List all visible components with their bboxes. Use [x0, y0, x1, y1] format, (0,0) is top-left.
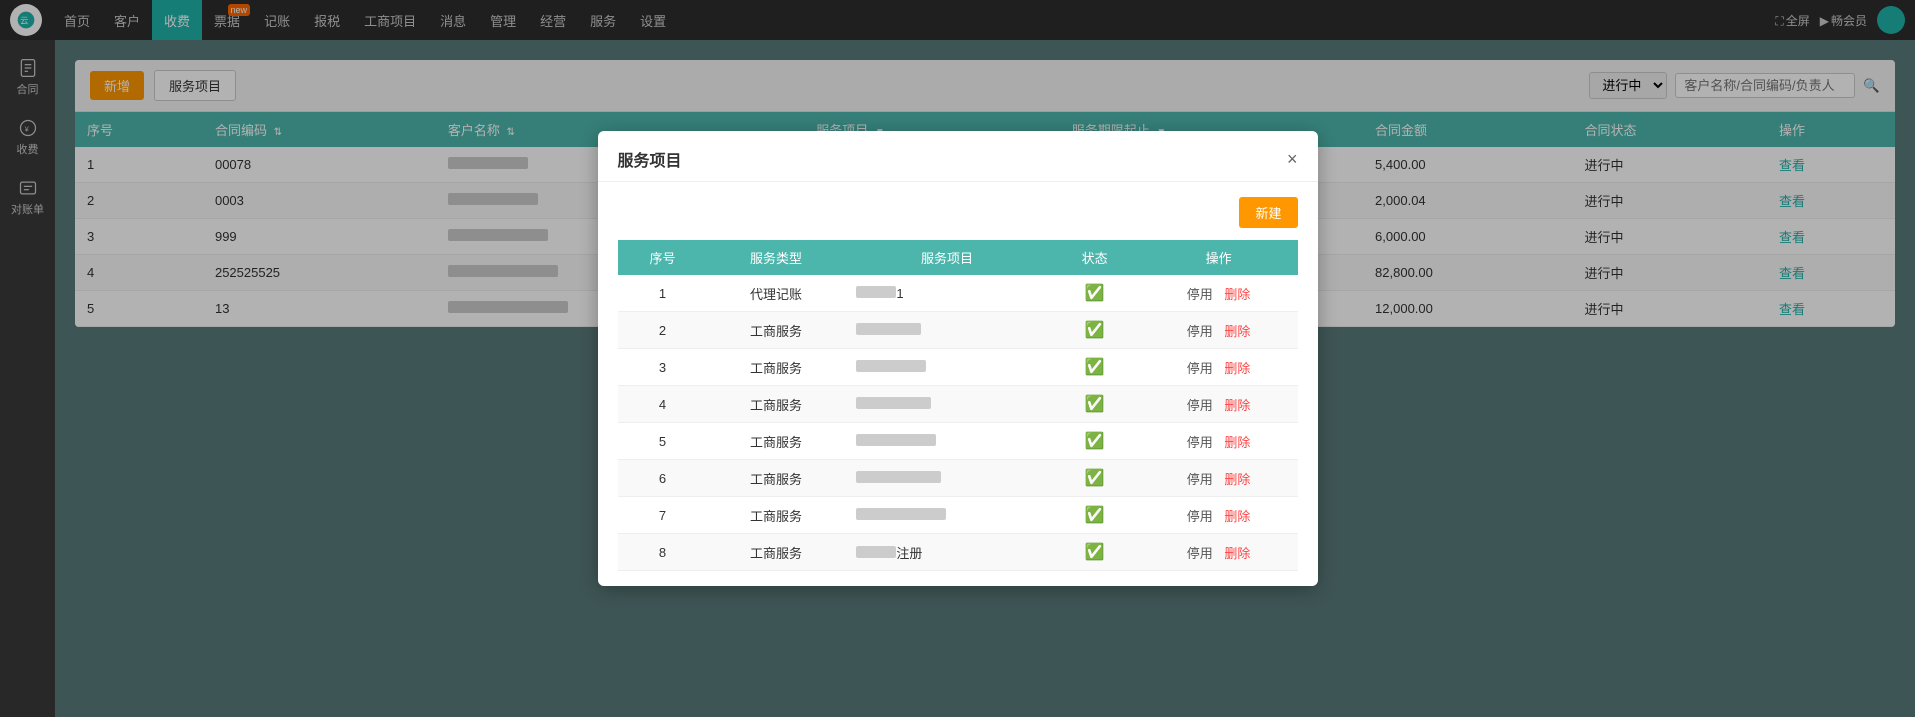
modal-table-row: 6 工商服务 ✅ 停用 删除 [618, 460, 1298, 497]
stop-button[interactable]: 停用 [1187, 398, 1213, 413]
delete-button[interactable]: 删除 [1224, 398, 1250, 413]
modal-cell-type: 代理记账 [708, 275, 845, 312]
modal-cell-status: ✅ [1050, 349, 1140, 386]
modal-cell-action: 停用 删除 [1140, 312, 1298, 349]
modal-cell-type: 工商服务 [708, 534, 845, 571]
modal-cell-action: 停用 删除 [1140, 386, 1298, 423]
stop-button[interactable]: 停用 [1187, 435, 1213, 450]
modal-cell-status: ✅ [1050, 460, 1140, 497]
modal-cell-item [844, 460, 1049, 497]
modal-table-row: 8 工商服务 注册 ✅ 停用 删除 [618, 534, 1298, 571]
modal-cell-action: 停用 删除 [1140, 275, 1298, 312]
service-modal: 服务项目 × 新建 序号 服务类型 服务项目 状态 操作 1 [598, 131, 1318, 586]
modal-cell-type: 工商服务 [708, 312, 845, 349]
modal-cell-seq: 5 [618, 423, 708, 460]
modal-cell-seq: 6 [618, 460, 708, 497]
modal-cell-type: 工商服务 [708, 423, 845, 460]
status-check-icon: ✅ [1085, 470, 1105, 487]
modal-cell-seq: 3 [618, 349, 708, 386]
modal-cell-type: 工商服务 [708, 386, 845, 423]
modal-cell-seq: 2 [618, 312, 708, 349]
modal-cell-item [844, 497, 1049, 534]
modal-body: 新建 序号 服务类型 服务项目 状态 操作 1 代理记账 1 ✅ 停用 [598, 182, 1318, 586]
modal-cell-action: 停用 删除 [1140, 460, 1298, 497]
modal-cell-action: 停用 删除 [1140, 497, 1298, 534]
delete-button[interactable]: 删除 [1224, 546, 1250, 561]
status-check-icon: ✅ [1085, 433, 1105, 450]
modal-title: 服务项目 [618, 147, 682, 171]
modal-cell-status: ✅ [1050, 275, 1140, 312]
modal-cell-action: 停用 删除 [1140, 349, 1298, 386]
modal-cell-status: ✅ [1050, 312, 1140, 349]
modal-table: 序号 服务类型 服务项目 状态 操作 1 代理记账 1 ✅ 停用 删除 2 工商… [618, 240, 1298, 571]
stop-button[interactable]: 停用 [1187, 324, 1213, 339]
modal-overlay[interactable]: 服务项目 × 新建 序号 服务类型 服务项目 状态 操作 1 [0, 0, 1915, 717]
modal-cell-seq: 8 [618, 534, 708, 571]
modal-table-row: 3 工商服务 ✅ 停用 删除 [618, 349, 1298, 386]
modal-col-action: 操作 [1140, 240, 1298, 275]
modal-col-type: 服务类型 [708, 240, 845, 275]
modal-cell-item [844, 312, 1049, 349]
modal-cell-type: 工商服务 [708, 349, 845, 386]
modal-table-row: 1 代理记账 1 ✅ 停用 删除 [618, 275, 1298, 312]
modal-cell-action: 停用 删除 [1140, 423, 1298, 460]
modal-col-seq: 序号 [618, 240, 708, 275]
status-check-icon: ✅ [1085, 359, 1105, 376]
modal-cell-status: ✅ [1050, 497, 1140, 534]
modal-table-header: 序号 服务类型 服务项目 状态 操作 [618, 240, 1298, 275]
modal-close-button[interactable]: × [1287, 149, 1298, 170]
modal-cell-item [844, 349, 1049, 386]
modal-col-status: 状态 [1050, 240, 1140, 275]
modal-cell-action: 停用 删除 [1140, 534, 1298, 571]
stop-button[interactable]: 停用 [1187, 361, 1213, 376]
modal-cell-status: ✅ [1050, 386, 1140, 423]
modal-cell-item [844, 386, 1049, 423]
modal-table-row: 5 工商服务 ✅ 停用 删除 [618, 423, 1298, 460]
modal-cell-item: 1 [844, 275, 1049, 312]
delete-button[interactable]: 删除 [1224, 324, 1250, 339]
status-check-icon: ✅ [1085, 322, 1105, 339]
status-check-icon: ✅ [1085, 285, 1105, 302]
stop-button[interactable]: 停用 [1187, 509, 1213, 524]
delete-button[interactable]: 删除 [1224, 287, 1250, 302]
modal-cell-item: 注册 [844, 534, 1049, 571]
modal-cell-status: ✅ [1050, 534, 1140, 571]
modal-table-row: 7 工商服务 ✅ 停用 删除 [618, 497, 1298, 534]
status-check-icon: ✅ [1085, 544, 1105, 561]
modal-col-item: 服务项目 [844, 240, 1049, 275]
stop-button[interactable]: 停用 [1187, 546, 1213, 561]
modal-cell-seq: 1 [618, 275, 708, 312]
delete-button[interactable]: 删除 [1224, 509, 1250, 524]
modal-new-button[interactable]: 新建 [1239, 197, 1297, 228]
modal-toolbar: 新建 [618, 197, 1298, 228]
modal-cell-type: 工商服务 [708, 497, 845, 534]
status-check-icon: ✅ [1085, 507, 1105, 524]
modal-table-body: 1 代理记账 1 ✅ 停用 删除 2 工商服务 ✅ 停用 删除 3 工商服务 ✅… [618, 275, 1298, 571]
modal-table-row: 2 工商服务 ✅ 停用 删除 [618, 312, 1298, 349]
status-check-icon: ✅ [1085, 396, 1105, 413]
modal-table-row: 4 工商服务 ✅ 停用 删除 [618, 386, 1298, 423]
modal-header: 服务项目 × [598, 131, 1318, 182]
stop-button[interactable]: 停用 [1187, 472, 1213, 487]
modal-cell-seq: 4 [618, 386, 708, 423]
modal-cell-item [844, 423, 1049, 460]
delete-button[interactable]: 删除 [1224, 435, 1250, 450]
stop-button[interactable]: 停用 [1187, 287, 1213, 302]
modal-cell-status: ✅ [1050, 423, 1140, 460]
delete-button[interactable]: 删除 [1224, 361, 1250, 376]
modal-cell-type: 工商服务 [708, 460, 845, 497]
delete-button[interactable]: 删除 [1224, 472, 1250, 487]
modal-cell-seq: 7 [618, 497, 708, 534]
